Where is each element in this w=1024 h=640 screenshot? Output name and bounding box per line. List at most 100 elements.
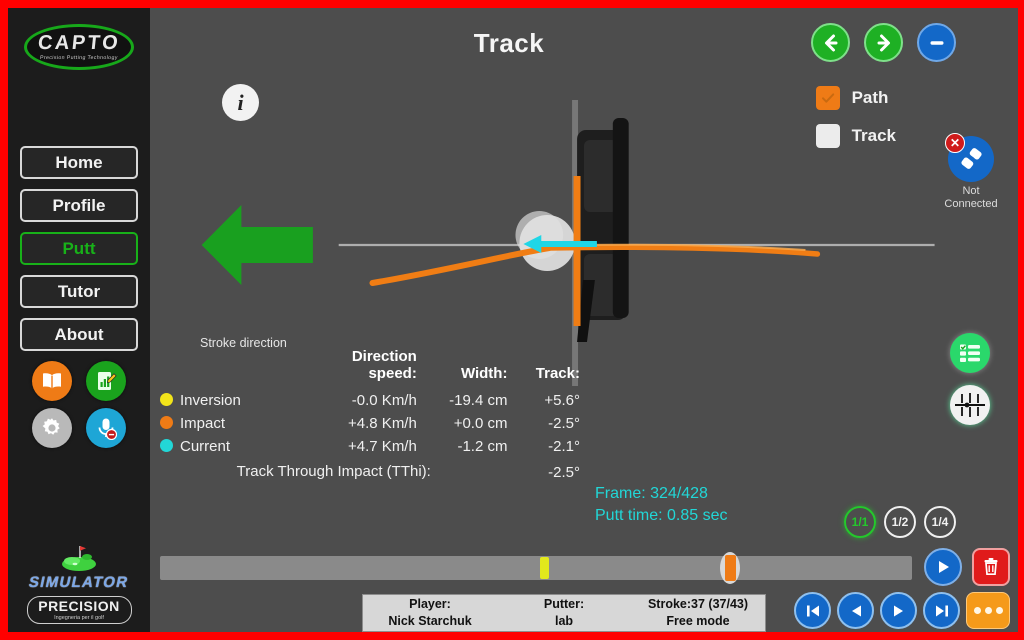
play-icon xyxy=(893,605,903,616)
frame-counter: Frame: 324/428 xyxy=(595,485,708,502)
more-dot-icon xyxy=(984,607,992,614)
legend-dot-inversion xyxy=(160,393,173,406)
visualization-tools xyxy=(950,333,990,437)
more-options-button[interactable] xyxy=(966,592,1010,629)
stroke-label: Stroke:37 (37/43) xyxy=(647,597,749,612)
clip-controls xyxy=(924,548,1010,586)
putt-time: Putt time: 0.85 sec xyxy=(595,506,728,524)
sidebar-item-profile[interactable]: Profile xyxy=(20,189,138,222)
sidebar-item-label: Tutor xyxy=(57,281,101,301)
putter-label: Putter: xyxy=(543,597,585,612)
simulator-green-icon xyxy=(58,543,100,573)
sidebar-item-tutor[interactable]: Tutor xyxy=(20,275,138,308)
stats-label-impact: Impact xyxy=(180,415,226,432)
sidebar: CAPTO Precision Putting Technology Home … xyxy=(8,8,150,632)
sidebar-item-label: About xyxy=(54,324,104,344)
back-arrow-icon[interactable] xyxy=(811,23,850,62)
stats-header-blank xyxy=(160,348,311,389)
sidebar-item-label: Profile xyxy=(52,195,106,215)
stats-header-width: Width: xyxy=(417,348,508,389)
report-edit-icon[interactable] xyxy=(86,361,126,401)
screen-root: CAPTO Precision Putting Technology Home … xyxy=(0,0,1024,640)
table-row: Inversion -0.0 Km/h -19.4 cm +5.6° xyxy=(160,389,580,412)
player-info-bar: Player: Nick Starchuk Putter: lab Stroke… xyxy=(362,594,766,632)
header-actions xyxy=(811,23,956,62)
stats-current-speed: +4.7 Km/h xyxy=(348,438,417,455)
sidebar-item-about[interactable]: About xyxy=(20,318,138,351)
precision-logo: PRECISION Ingegneria per il golf xyxy=(26,596,132,624)
skip-forward-icon xyxy=(935,605,948,616)
step-back-button[interactable] xyxy=(837,592,874,629)
stats-impact-width: +0.0 cm xyxy=(453,415,508,432)
playback-speed-group: 1/1 1/2 1/4 xyxy=(844,506,956,538)
stats-table: Direction speed: Width: Track: Inversion xyxy=(160,348,580,484)
stats-header-direction-speed-text: Direction speed: xyxy=(351,348,417,382)
sidebar-item-label: Putt xyxy=(62,238,96,258)
sidebar-item-putt[interactable]: Putt xyxy=(20,232,138,265)
speed-button-1-1[interactable]: 1/1 xyxy=(844,506,876,538)
play-transport-button[interactable] xyxy=(880,592,917,629)
stats-row-label: Impact xyxy=(160,412,311,435)
stats-label-current: Current xyxy=(180,438,231,455)
stats-header-row: Direction speed: Width: Track: xyxy=(160,348,580,389)
delete-button[interactable] xyxy=(972,548,1010,586)
path-trace-back xyxy=(369,245,553,286)
putter-cell: Putter: lab xyxy=(497,596,631,630)
stats-current-width: -1.2 cm xyxy=(457,438,508,455)
playback-info: Frame: 324/428 Putt time: 0.85 sec xyxy=(595,483,728,526)
stroke-direction-arrow xyxy=(201,205,313,285)
speed-button-1-2[interactable]: 1/2 xyxy=(884,506,916,538)
rewind-icon xyxy=(851,605,861,616)
precision-tagline: Ingegneria per il golf xyxy=(54,614,104,621)
tthi-value: -2.5° xyxy=(548,464,580,481)
play-button[interactable] xyxy=(924,548,962,586)
stats-inversion-track: +5.6° xyxy=(544,392,580,409)
simulator-branding: SIMULATOR PRECISION Ingegneria per il go… xyxy=(8,543,150,624)
sidebar-nav: Home Profile Putt Tutor About xyxy=(8,146,150,351)
speed-button-1-4[interactable]: 1/4 xyxy=(924,506,956,538)
table-row: Current +4.7 Km/h -1.2 cm -2.1° xyxy=(160,435,580,458)
timeline-inversion-marker[interactable] xyxy=(539,557,549,579)
stats-inversion-width: -19.4 cm xyxy=(449,392,508,409)
microphone-record-icon[interactable] xyxy=(86,408,126,448)
tthi-label: Track Through Impact (TThi): xyxy=(236,462,431,480)
sidebar-item-home[interactable]: Home xyxy=(20,146,138,179)
timeline-handle[interactable] xyxy=(720,552,741,584)
putter-value: lab xyxy=(554,614,574,628)
checklist-icon[interactable] xyxy=(950,333,990,373)
sidebar-item-label: Home xyxy=(55,152,103,172)
track-visualization[interactable]: Stroke direction xyxy=(150,58,1018,398)
table-row: Impact +4.8 Km/h +0.0 cm -2.5° xyxy=(160,412,580,435)
book-icon[interactable] xyxy=(32,361,72,401)
simulator-label: SIMULATOR xyxy=(27,574,131,591)
precision-title-text: PRECISION xyxy=(38,598,120,615)
gear-icon[interactable] xyxy=(32,408,72,448)
stats-label-inversion: Inversion xyxy=(180,392,241,409)
forward-arrow-icon[interactable] xyxy=(864,23,903,62)
sidebar-icon-grid xyxy=(8,361,150,448)
timeline-slider[interactable] xyxy=(160,552,912,584)
stats-header-direction-speed: Direction speed: xyxy=(311,348,417,389)
measurement-scale-icon[interactable] xyxy=(950,385,990,425)
minimize-button[interactable] xyxy=(917,23,956,62)
more-dot-icon xyxy=(973,607,981,614)
stats-header-track-text: Track: xyxy=(535,365,580,382)
app-frame: CAPTO Precision Putting Technology Home … xyxy=(8,8,1018,632)
skip-back-icon xyxy=(806,605,819,616)
play-icon xyxy=(939,561,949,573)
stats-current-track: -2.1° xyxy=(548,438,580,455)
stats-row-label: Inversion xyxy=(160,389,311,412)
stats-impact-track: -2.5° xyxy=(548,415,580,432)
stats-header-track: Track: xyxy=(507,348,580,389)
stats-row-label: Current xyxy=(160,435,311,458)
skip-to-end-button[interactable] xyxy=(923,592,960,629)
legend-dot-impact xyxy=(160,416,173,429)
table-row-tthi: Track Through Impact (TThi): -2.5° xyxy=(160,458,580,484)
player-value: Nick Starchuk xyxy=(388,614,472,628)
main-panel: Track i Path Track ✕ Not Connected Strok… xyxy=(150,8,1018,632)
legend-dot-current xyxy=(160,439,173,452)
player-label: Player: xyxy=(409,597,451,612)
skip-to-start-button[interactable] xyxy=(794,592,831,629)
stats-header-width-text: Width: xyxy=(460,365,508,382)
stats-impact-speed: +4.8 Km/h xyxy=(348,415,417,432)
